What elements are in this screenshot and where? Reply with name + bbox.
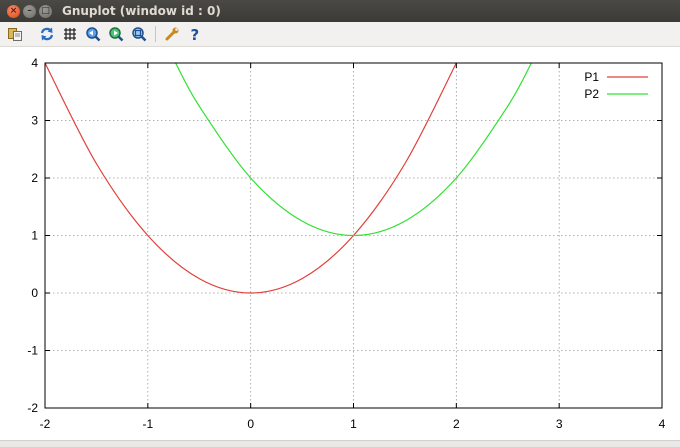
autoscale-icon <box>132 27 147 42</box>
series-line-p2 <box>175 62 532 237</box>
x-tick-label: 3 <box>556 417 563 431</box>
copy-to-clipboard-button[interactable] <box>5 24 25 44</box>
legend-label: P1 <box>584 70 599 84</box>
help-icon: ? <box>191 26 200 42</box>
help-button[interactable]: ? <box>185 24 205 44</box>
x-tick-label: 0 <box>247 417 254 431</box>
settings-wrench-icon <box>165 27 179 41</box>
x-tick-label: 1 <box>350 417 357 431</box>
y-tick-label: 3 <box>31 114 38 128</box>
y-tick-label: 2 <box>31 171 38 185</box>
y-tick-label: -1 <box>27 344 38 358</box>
legend: P1P2 <box>584 70 648 101</box>
zoom-previous-button[interactable] <box>83 24 103 44</box>
x-tick-label: -2 <box>40 417 51 431</box>
minimize-icon: – <box>27 5 32 16</box>
maximize-window-button[interactable]: □ <box>39 4 52 18</box>
autoscale-button[interactable] <box>129 24 149 44</box>
legend-label: P2 <box>584 87 599 101</box>
svg-text:?: ? <box>191 26 200 42</box>
y-tick-label: 4 <box>31 56 38 70</box>
settings-button[interactable] <box>162 24 182 44</box>
x-tick-label: -1 <box>142 417 153 431</box>
y-tick-label: -2 <box>27 401 38 415</box>
zoom-next-icon <box>109 27 124 42</box>
zoom-previous-icon <box>86 27 101 42</box>
minimize-window-button[interactable]: – <box>23 4 36 18</box>
replot-button[interactable] <box>37 24 57 44</box>
y-tick-label: 0 <box>31 286 38 300</box>
close-window-button[interactable]: × <box>7 4 20 18</box>
replot-icon <box>40 27 54 41</box>
close-icon: × <box>9 5 18 16</box>
maximize-icon: □ <box>41 5 50 16</box>
zoom-next-button[interactable] <box>106 24 126 44</box>
toolbar: ? <box>0 22 680 47</box>
grid-toggle-icon <box>64 28 76 40</box>
y-tick-label: 1 <box>31 229 38 243</box>
window-titlebar: × – □ Gnuplot (window id : 0) <box>0 0 680 22</box>
x-tick-label: 2 <box>453 417 460 431</box>
plot-canvas[interactable]: -2 -1 0 1 2 3 4-2-101234 P1P2 <box>0 46 680 440</box>
grid-toggle-button[interactable] <box>60 24 80 44</box>
x-tick-label: 4 <box>659 417 666 431</box>
copy-to-clipboard-icon <box>8 28 22 41</box>
window-title: Gnuplot (window id : 0) <box>62 4 221 18</box>
toolbar-separator <box>155 26 156 42</box>
